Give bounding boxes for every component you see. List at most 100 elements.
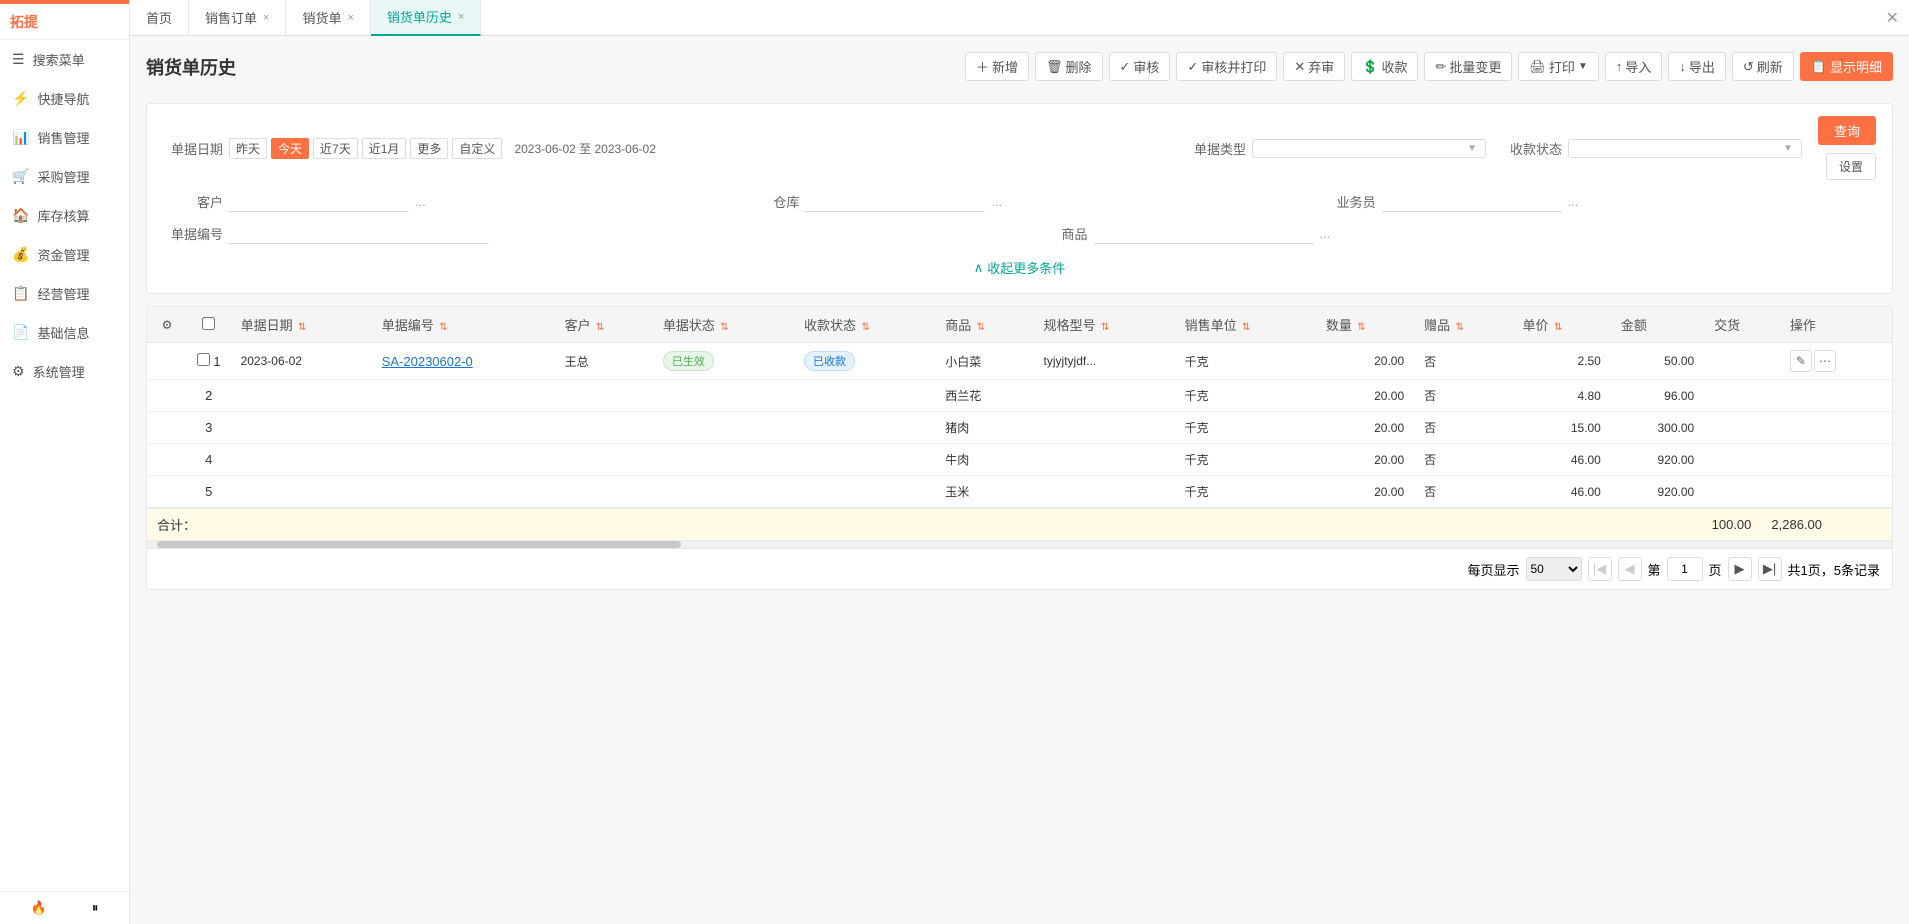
tabbar-close-all[interactable]: ✕ xyxy=(1886,8,1909,28)
doc-no-input[interactable] xyxy=(229,222,489,244)
goods-dots[interactable]: ... xyxy=(1320,226,1331,241)
date-btn-more[interactable]: 更多 xyxy=(410,138,448,159)
sidebar-logo: 拓提 xyxy=(0,4,129,40)
price-cell: 15.00 xyxy=(1513,412,1611,444)
col-doc-status[interactable]: 单据状态 ⇅ xyxy=(653,307,794,343)
col-unit[interactable]: 销售单位 ⇅ xyxy=(1175,307,1316,343)
sidebar-item-sales-mgmt[interactable]: 📊 销售管理 xyxy=(0,118,129,157)
select-all-checkbox[interactable] xyxy=(202,317,215,330)
review-print-button[interactable]: ✓ 审核并打印 xyxy=(1176,52,1277,81)
last-page-button[interactable]: ▶| xyxy=(1758,557,1782,581)
doc-no-cell xyxy=(372,380,555,412)
col-date[interactable]: 单据日期 ⇅ xyxy=(231,307,372,343)
sidebar-item-sys-mgmt[interactable]: ⚙ 系统管理 xyxy=(0,352,129,391)
edit-op-button[interactable]: ✎ xyxy=(1790,350,1812,372)
filter-row-3: 单据编号 商品 ... xyxy=(163,222,1876,244)
op-cell xyxy=(1780,412,1892,444)
prev-page-button[interactable]: ◀ xyxy=(1618,557,1642,581)
payment-status-select[interactable]: ▼ xyxy=(1568,139,1802,158)
sidebar-item-ops-mgmt[interactable]: 📋 经营管理 xyxy=(0,274,129,313)
col-qty[interactable]: 数量 ⇅ xyxy=(1316,307,1414,343)
op-cell xyxy=(1780,444,1892,476)
col-settings[interactable]: ⚙ xyxy=(147,307,187,343)
print-button[interactable]: 🖨 打印 ▼ xyxy=(1518,52,1598,81)
abandon-button[interactable]: ✕ 弃审 xyxy=(1283,52,1345,81)
goods-input[interactable] xyxy=(1094,222,1314,244)
tab-home[interactable]: 首页 xyxy=(130,0,189,36)
sidebar-item-search-menu[interactable]: ☰ 搜索菜单 xyxy=(0,40,129,79)
pay-status-cell xyxy=(794,380,935,412)
page-input[interactable] xyxy=(1667,557,1703,581)
staff-input[interactable] xyxy=(1382,190,1562,212)
col-gift[interactable]: 赠品 ⇅ xyxy=(1414,307,1512,343)
collect-button[interactable]: 💲 收款 xyxy=(1351,52,1418,81)
warehouse-dots[interactable]: ... xyxy=(991,194,1002,209)
per-page-select[interactable]: 50 100 xyxy=(1526,557,1582,581)
col-check xyxy=(187,307,231,343)
spec-cell: tyjyjtyjdf... xyxy=(1034,343,1175,380)
content-area: 销货单历史 ＋ 新增 🗑 删除 ✓ 审核 ✓ 审核并打印 xyxy=(130,36,1909,924)
warehouse-input[interactable] xyxy=(805,190,985,212)
collapse-button[interactable]: ∧ 收起更多条件 xyxy=(163,254,1876,281)
pause-icon[interactable]: ⏸ xyxy=(92,900,99,916)
sidebar-item-quick-nav[interactable]: ⚡ 快捷导航 xyxy=(0,79,129,118)
import-button[interactable]: ↑ 导入 xyxy=(1605,52,1663,81)
date-btn-today[interactable]: 今天 xyxy=(271,138,309,159)
export-button[interactable]: ↓ 导出 xyxy=(1668,52,1726,81)
close-sales-goods-tab[interactable]: × xyxy=(347,12,353,24)
tab-sales-goods[interactable]: 销货单 × xyxy=(286,0,370,36)
col-doc-no[interactable]: 单据编号 ⇅ xyxy=(372,307,555,343)
date-btn-custom[interactable]: 自定义 xyxy=(452,138,502,159)
date-btn-month1[interactable]: 近1月 xyxy=(362,138,407,159)
settings-cell xyxy=(147,343,187,380)
review-button[interactable]: ✓ 审核 xyxy=(1109,52,1171,81)
close-sales-order-tab[interactable]: × xyxy=(263,12,269,24)
doc-type-select[interactable]: ▼ xyxy=(1252,139,1486,158)
sidebar-item-label: 销售管理 xyxy=(37,128,89,147)
col-goods[interactable]: 商品 ⇅ xyxy=(935,307,1033,343)
date-btn-yesterday[interactable]: 昨天 xyxy=(229,138,267,159)
filter-staff: 业务员 ... xyxy=(1316,190,1876,212)
table-row: 4 牛肉 千克 20.00 否 46.00 920.00 xyxy=(147,444,1892,476)
show-detail-button[interactable]: 📋 显示明细 xyxy=(1800,52,1893,81)
batch-change-button[interactable]: ✏ 批量变更 xyxy=(1424,52,1512,81)
sidebar-item-label: 基础信息 xyxy=(37,323,89,342)
col-customer[interactable]: 客户 ⇅ xyxy=(555,307,653,343)
staff-dots[interactable]: ... xyxy=(1568,194,1579,209)
filter-warehouse: 仓库 ... xyxy=(739,190,1299,212)
delete-button[interactable]: 🗑 删除 xyxy=(1035,52,1103,81)
staff-label: 业务员 xyxy=(1316,192,1376,211)
import-icon: ↑ xyxy=(1616,59,1623,74)
sidebar-item-finance-mgmt[interactable]: 💰 资金管理 xyxy=(0,235,129,274)
sys-mgmt-icon: ⚙ xyxy=(12,363,25,380)
sidebar-bottom: 🔥 ⏸ xyxy=(0,891,129,924)
customer-dots[interactable]: ... xyxy=(415,194,426,209)
date-btn-week7[interactable]: 近7天 xyxy=(313,138,358,159)
first-page-button[interactable]: |◀ xyxy=(1588,557,1612,581)
sales-mgmt-icon: 📊 xyxy=(12,129,29,146)
horizontal-scrollbar[interactable] xyxy=(147,540,1892,548)
row-checkbox[interactable] xyxy=(197,353,210,366)
query-button[interactable]: 查询 xyxy=(1818,116,1876,145)
customer-input[interactable] xyxy=(229,190,409,212)
page-title: 销货单历史 xyxy=(146,54,236,80)
sidebar-item-purchase-mgmt[interactable]: 🛒 采购管理 xyxy=(0,157,129,196)
trade-cell xyxy=(1704,444,1780,476)
setting-button[interactable]: 设置 xyxy=(1826,153,1876,180)
fire-icon[interactable]: 🔥 xyxy=(31,900,47,916)
refresh-button[interactable]: ↺ 刷新 xyxy=(1732,52,1794,81)
close-sales-history-tab[interactable]: × xyxy=(458,11,464,23)
col-pay-status[interactable]: 收款状态 ⇅ xyxy=(794,307,935,343)
doc-no-link[interactable]: SA-20230602-0 xyxy=(382,354,473,369)
tab-sales-history[interactable]: 销货单历史 × xyxy=(371,0,481,36)
col-spec[interactable]: 规格型号 ⇅ xyxy=(1034,307,1175,343)
new-button[interactable]: ＋ 新增 xyxy=(965,52,1029,81)
page-label: 第 xyxy=(1648,560,1661,579)
col-price[interactable]: 单价 ⇅ xyxy=(1513,307,1611,343)
tab-sales-order[interactable]: 销售订单 × xyxy=(189,0,286,36)
sidebar-item-basic-info[interactable]: 📄 基础信息 xyxy=(0,313,129,352)
next-page-button[interactable]: ▶ xyxy=(1728,557,1752,581)
sidebar-item-inventory[interactable]: 🏠 库存核算 xyxy=(0,196,129,235)
more-op-button[interactable]: ⋯ xyxy=(1814,350,1836,372)
refresh-icon: ↺ xyxy=(1743,59,1754,75)
